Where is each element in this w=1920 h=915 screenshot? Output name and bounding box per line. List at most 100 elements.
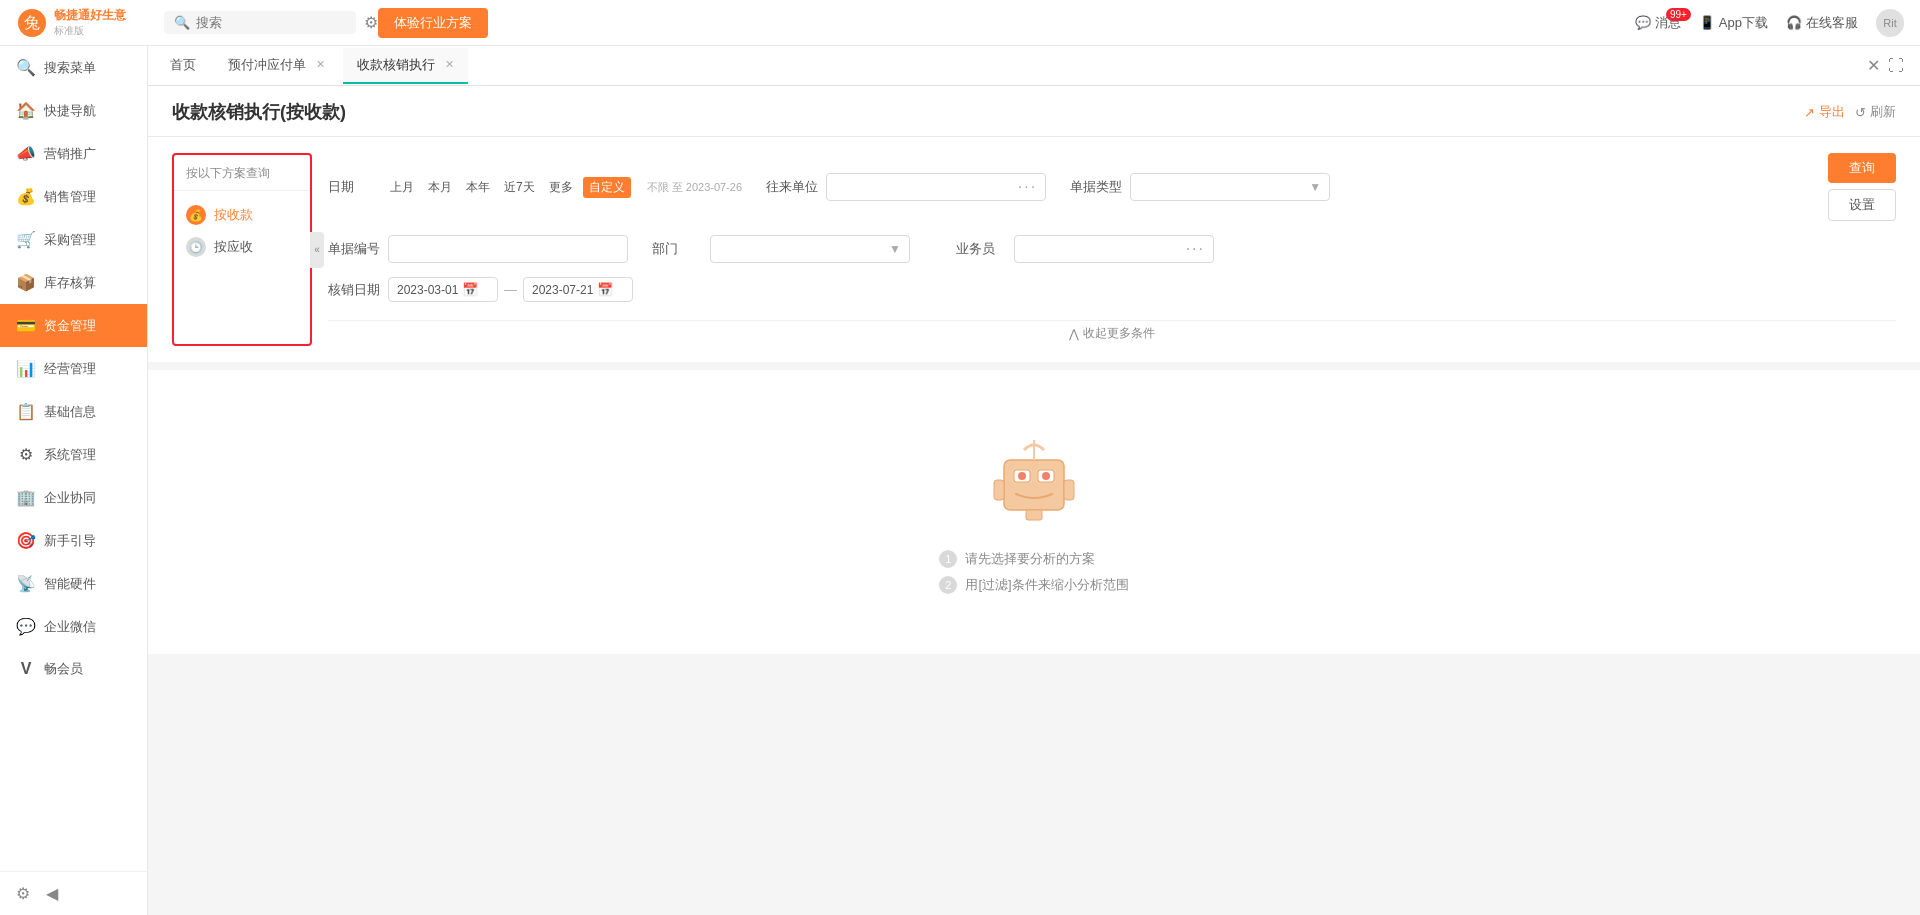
filter-row-1: 日期 上月 本月 本年 近7天 更多 自定义 不限 至 2023-07-26 (328, 153, 1896, 221)
business-icon: 📊 (16, 359, 36, 378)
verify-date-end-input[interactable]: 2023-07-21 📅 (523, 277, 633, 302)
svg-rect-7 (1026, 510, 1042, 520)
dept-select[interactable]: ▼ (710, 235, 910, 263)
date-field: 日期 上月 本月 本年 近7天 更多 自定义 不限 至 2023-07-26 (328, 177, 742, 198)
sidebar-item-finance[interactable]: 💳 资金管理 (0, 304, 147, 347)
inventory-icon: 📦 (16, 273, 36, 292)
message-item[interactable]: 💬 消息 99+ (1635, 14, 1681, 32)
sidebar-label-inventory: 库存核算 (44, 274, 96, 292)
svg-rect-8 (994, 480, 1004, 500)
online-service-item[interactable]: 🎧 在线客服 (1786, 14, 1858, 32)
refresh-label: 刷新 (1870, 103, 1896, 121)
shortcut-this-year[interactable]: 本年 (462, 177, 494, 198)
verify-date-start-input[interactable]: 2023-03-01 📅 (388, 277, 498, 302)
svg-point-5 (1018, 472, 1026, 480)
sidebar-item-business[interactable]: 📊 经营管理 (0, 347, 147, 390)
app-download-label: App下载 (1719, 14, 1768, 32)
counterpart-select[interactable]: ··· (826, 173, 1046, 201)
tab-receivable[interactable]: 收款核销执行 ✕ (343, 48, 468, 84)
shortcut-custom[interactable]: 自定义 (583, 177, 631, 198)
query-button[interactable]: 查询 (1828, 153, 1896, 183)
shortcut-more[interactable]: 更多 (545, 177, 577, 198)
doc-type-field: 单据类型 ▼ (1070, 173, 1350, 201)
download-icon: 📱 (1699, 15, 1715, 30)
sidebar-label-finance: 资金管理 (44, 317, 96, 335)
shortcut-last-month[interactable]: 上月 (386, 177, 418, 198)
sidebar-item-guide[interactable]: 🎯 新手引导 (0, 519, 147, 562)
gear-icon-top[interactable]: ⚙ (364, 13, 378, 32)
verify-date-field: 核销日期 2023-03-01 📅 — 2023-07-21 📅 (328, 277, 633, 302)
tab-prepay-label: 预付冲应付单 (228, 56, 306, 74)
filter-panel: 按以下方案查询 💰 按收款 🕒 按应收 « (148, 137, 1920, 362)
empty-hints: 1 请先选择要分析的方案 2 用[过滤]条件来缩小分析范围 (939, 550, 1128, 594)
page-content: 收款核销执行(按收款) ↗ 导出 ↺ 刷新 (148, 86, 1920, 915)
sidebar-item-system[interactable]: ⚙ 系统管理 (0, 433, 147, 476)
filter-row-2: 单据编号 部门 ▼ 业务员 (328, 235, 1896, 263)
sidebar-item-search-menu[interactable]: 🔍 搜索菜单 (0, 46, 147, 89)
export-button[interactable]: ↗ 导出 (1804, 103, 1845, 121)
user-avatar[interactable]: Rit (1876, 9, 1904, 37)
tab-expand-icon[interactable]: ⛶ (1888, 57, 1904, 75)
svg-text:兔: 兔 (24, 14, 40, 31)
username-display: Rit (1883, 17, 1896, 29)
headset-icon: 🎧 (1786, 15, 1802, 30)
tab-prepay-close[interactable]: ✕ (316, 58, 325, 71)
app-download-item[interactable]: 📱 App下载 (1699, 14, 1768, 32)
sidebar-item-marketing[interactable]: 📣 营销推广 (0, 132, 147, 175)
sidebar-label-business: 经营管理 (44, 360, 96, 378)
sidebar-item-inventory[interactable]: 📦 库存核算 (0, 261, 147, 304)
collapse-more-label: 收起更多条件 (1083, 325, 1155, 342)
industry-btn[interactable]: 体验行业方案 (378, 8, 488, 38)
shortcut-7days[interactable]: 近7天 (500, 177, 539, 198)
sidebar-gear-icon[interactable]: ⚙ (16, 884, 30, 903)
sidebar-item-quick-nav[interactable]: 🏠 快捷导航 (0, 89, 147, 132)
shortcut-this-month[interactable]: 本月 (424, 177, 456, 198)
doc-type-select[interactable]: ▼ (1130, 173, 1330, 201)
tab-home[interactable]: 首页 (156, 48, 210, 84)
counterpart-label: 往来单位 (766, 178, 818, 196)
sidebar-item-smart-hw[interactable]: 📡 智能硬件 (0, 562, 147, 605)
sidebar-item-purchase[interactable]: 🛒 采购管理 (0, 218, 147, 261)
top-search-box[interactable]: 🔍 (164, 11, 356, 34)
doc-no-input[interactable] (388, 235, 628, 263)
receipt-icon-symbol: 💰 (189, 209, 203, 222)
receivable-icon-symbol: 🕒 (189, 241, 203, 254)
filter-option-by-receivable[interactable]: 🕒 按应收 (174, 231, 310, 263)
date-label: 日期 (328, 178, 378, 196)
filter-option-by-receipt[interactable]: 💰 按收款 (174, 199, 310, 231)
top-bar: 兔 畅捷通好生意 标准版 🔍 ⚙ 体验行业方案 💬 消息 99+ 📱 App下载… (0, 0, 1920, 46)
sidebar-item-basic-info[interactable]: 📋 基础信息 (0, 390, 147, 433)
sidebar-item-vip[interactable]: V 畅会员 (0, 648, 147, 690)
empty-illustration (974, 430, 1094, 530)
sidebar-item-enterprise[interactable]: 🏢 企业协同 (0, 476, 147, 519)
sidebar-collapse-icon[interactable]: ◀ (46, 884, 58, 903)
dept-field: 部门 ▼ (652, 235, 932, 263)
sidebar-item-wechat[interactable]: 💬 企业微信 (0, 605, 147, 648)
marketing-icon: 📣 (16, 144, 36, 163)
date-shortcuts: 上月 本月 本年 近7天 更多 自定义 (386, 177, 631, 198)
dept-label: 部门 (652, 240, 702, 258)
page-title-row: 收款核销执行(按收款) ↗ 导出 ↺ 刷新 (172, 100, 1896, 124)
page-header: 收款核销执行(按收款) ↗ 导出 ↺ 刷新 (148, 86, 1920, 137)
sidebar: 🔍 搜索菜单 🏠 快捷导航 📣 营销推广 💰 销售管理 🛒 采购管理 📦 库存核… (0, 46, 148, 915)
settings-button[interactable]: 设置 (1828, 189, 1896, 221)
search-input[interactable] (196, 15, 346, 30)
tab-receivable-close[interactable]: ✕ (445, 58, 454, 71)
staff-dots-icon: ··· (1186, 240, 1205, 258)
hint-item-2: 2 用[过滤]条件来缩小分析范围 (939, 576, 1128, 594)
tab-close-all-icon[interactable]: ✕ (1867, 56, 1880, 75)
tab-bar: 首页 预付冲应付单 ✕ 收款核销执行 ✕ ✕ ⛶ (148, 46, 1920, 86)
refresh-button[interactable]: ↺ 刷新 (1855, 103, 1896, 121)
tab-prepay[interactable]: 预付冲应付单 ✕ (214, 48, 339, 84)
staff-select[interactable]: ··· (1014, 235, 1214, 263)
message-badge: 99+ (1666, 8, 1691, 21)
main-content: 首页 预付冲应付单 ✕ 收款核销执行 ✕ ✕ ⛶ 收款核销执行(按收款) (148, 46, 1920, 915)
sidebar-item-sales[interactable]: 💰 销售管理 (0, 175, 147, 218)
app-name: 畅捷通好生意 (54, 7, 126, 24)
filter-sidebar-collapse-btn[interactable]: « (310, 232, 324, 268)
filter-sidebar: 按以下方案查询 💰 按收款 🕒 按应收 « (172, 153, 312, 346)
enterprise-icon: 🏢 (16, 488, 36, 507)
sidebar-label-sales: 销售管理 (44, 188, 96, 206)
dept-arrow-icon: ▼ (889, 242, 901, 256)
collapse-more-btn[interactable]: ⋀ 收起更多条件 (328, 320, 1896, 346)
